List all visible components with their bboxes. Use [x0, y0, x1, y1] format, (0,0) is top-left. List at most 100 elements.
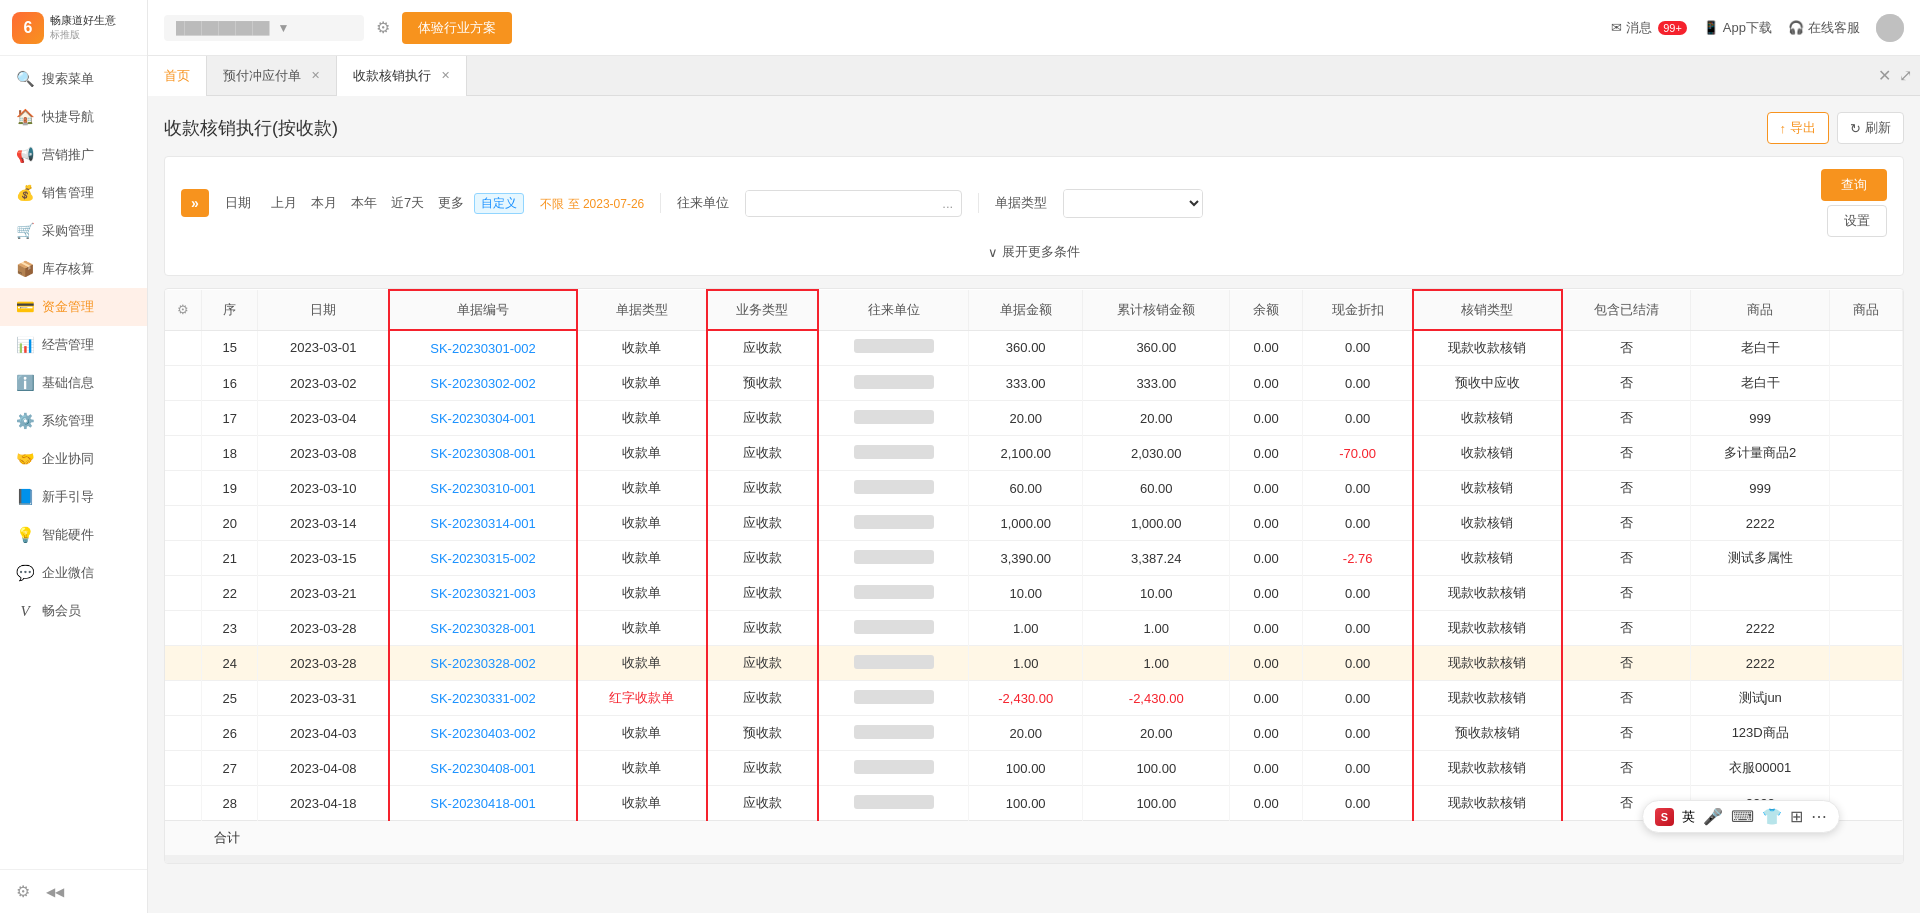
row-amount: 20.00: [969, 401, 1083, 436]
messages-button[interactable]: ✉ 消息 99+: [1611, 19, 1687, 37]
collection-tab-close-icon[interactable]: ✕: [441, 69, 450, 82]
table-row[interactable]: 19 2023-03-10 SK-20230310-001 收款单 应收款 60…: [165, 471, 1903, 506]
row-include-settled: 否: [1562, 366, 1691, 401]
sidebar-item-member[interactable]: V 畅会员: [0, 592, 147, 630]
table-row[interactable]: 23 2023-03-28 SK-20230328-001 收款单 应收款 1.…: [165, 611, 1903, 646]
table-row[interactable]: 24 2023-03-28 SK-20230328-002 收款单 应收款 1.…: [165, 646, 1903, 681]
row-voucher-no[interactable]: SK-20230321-003: [389, 576, 577, 611]
filter-date-7days[interactable]: 近7天: [387, 192, 428, 214]
table-row[interactable]: 16 2023-03-02 SK-20230302-002 收款单 预收款 33…: [165, 366, 1903, 401]
table-row[interactable]: 26 2023-04-03 SK-20230403-002 收款单 预收款 20…: [165, 716, 1903, 751]
table-row[interactable]: 18 2023-03-08 SK-20230308-001 收款单 应收款 2,…: [165, 436, 1903, 471]
sidebar-item-finance[interactable]: 💳 资金管理: [0, 288, 147, 326]
row-partner: [818, 330, 969, 366]
sidebar-item-quicknav[interactable]: 🏠 快捷导航: [0, 98, 147, 136]
row-voucher-no[interactable]: SK-20230304-001: [389, 401, 577, 436]
sidebar-item-search[interactable]: 🔍 搜索菜单: [0, 60, 147, 98]
tab-home[interactable]: 首页: [148, 56, 207, 96]
table-row[interactable]: 27 2023-04-08 SK-20230408-001 收款单 应收款 10…: [165, 751, 1903, 786]
filter-settings-button[interactable]: 设置: [1827, 205, 1887, 237]
partner-dots-icon[interactable]: ...: [934, 196, 961, 211]
tab-expand-button[interactable]: ⤢: [1899, 66, 1912, 85]
table-scrollbar[interactable]: [165, 855, 1903, 863]
row-amount: 1,000.00: [969, 506, 1083, 541]
row-date: 2023-03-04: [258, 401, 389, 436]
table-row[interactable]: 21 2023-03-15 SK-20230315-002 收款单 应收款 3,…: [165, 541, 1903, 576]
row-goods: 老白干: [1691, 330, 1830, 366]
sidebar-item-hardware[interactable]: 💡 智能硬件: [0, 516, 147, 554]
filter-date-last-month[interactable]: 上月: [267, 192, 301, 214]
row-voucher-no[interactable]: SK-20230308-001: [389, 436, 577, 471]
tab-prepay-orders[interactable]: 预付冲应付单 ✕: [207, 56, 337, 96]
col-balance: 余额: [1230, 290, 1303, 330]
headset-icon: 🎧: [1788, 20, 1804, 35]
row-voucher-no[interactable]: SK-20230302-002: [389, 366, 577, 401]
filter-date-more[interactable]: 更多: [434, 192, 468, 214]
row-voucher-no[interactable]: SK-20230315-002: [389, 541, 577, 576]
table-row[interactable]: 22 2023-03-21 SK-20230321-003 收款单 应收款 10…: [165, 576, 1903, 611]
ime-microphone-icon[interactable]: 🎤: [1703, 807, 1723, 826]
filter-date-this-year[interactable]: 本年: [347, 192, 381, 214]
app-edition: 标推版: [50, 28, 116, 42]
query-button[interactable]: 查询: [1821, 169, 1887, 201]
voucher-type-dropdown[interactable]: [1064, 190, 1202, 217]
table-row[interactable]: 25 2023-03-31 SK-20230331-002 红字收款单 应收款 …: [165, 681, 1903, 716]
row-settings: [165, 330, 202, 366]
user-avatar[interactable]: [1876, 14, 1904, 42]
sidebar-item-system[interactable]: ⚙️ 系统管理: [0, 402, 147, 440]
expand-more-conditions[interactable]: ∨ 展开更多条件: [181, 237, 1887, 263]
row-seq: 23: [202, 611, 258, 646]
home-tab-label: 首页: [164, 67, 190, 85]
row-voucher-no[interactable]: SK-20230418-001: [389, 786, 577, 821]
sidebar-item-marketing[interactable]: 📢 营销推广: [0, 136, 147, 174]
refresh-button[interactable]: ↻ 刷新: [1837, 112, 1904, 144]
settings-icon[interactable]: ⚙: [16, 882, 30, 901]
row-voucher-no[interactable]: SK-20230301-002: [389, 330, 577, 366]
app-download-button[interactable]: 📱 App下载: [1703, 19, 1772, 37]
row-voucher-no[interactable]: SK-20230310-001: [389, 471, 577, 506]
sidebar-item-wechat[interactable]: 💬 企业微信: [0, 554, 147, 592]
collapse-icon[interactable]: ◀◀: [46, 885, 64, 899]
ime-keyboard-icon[interactable]: ⌨: [1731, 807, 1754, 826]
data-table: ⚙ 序 日期 单据编号 单据类型 业务类型 往来单位 单据金额 累计核销金额 余…: [165, 289, 1903, 855]
table-row[interactable]: 15 2023-03-01 SK-20230301-002 收款单 应收款 36…: [165, 330, 1903, 366]
filter-date-this-month[interactable]: 本月: [307, 192, 341, 214]
header-dropdown-arrow[interactable]: ▼: [278, 21, 290, 35]
ime-grid-icon[interactable]: ⊞: [1790, 807, 1803, 826]
sidebar-item-inventory[interactable]: 📦 库存核算: [0, 250, 147, 288]
row-cash-discount: 0.00: [1303, 471, 1414, 506]
tab-close-all-button[interactable]: ✕: [1878, 66, 1891, 85]
row-voucher-no[interactable]: SK-20230328-002: [389, 646, 577, 681]
sidebar-item-guide[interactable]: 📘 新手引导: [0, 478, 147, 516]
ime-more-icon[interactable]: ⋯: [1811, 807, 1827, 826]
ime-shirt-icon[interactable]: 👕: [1762, 807, 1782, 826]
tab-collection-execute[interactable]: 收款核销执行 ✕: [337, 56, 467, 96]
header-gear-icon[interactable]: ⚙: [376, 18, 390, 37]
online-support-button[interactable]: 🎧 在线客服: [1788, 19, 1860, 37]
header-search-area[interactable]: ███████████ ▼: [164, 15, 364, 41]
row-voucher-no[interactable]: SK-20230314-001: [389, 506, 577, 541]
sidebar-item-purchase[interactable]: 🛒 采购管理: [0, 212, 147, 250]
table-row[interactable]: 20 2023-03-14 SK-20230314-001 收款单 应收款 1,…: [165, 506, 1903, 541]
row-voucher-no[interactable]: SK-20230328-001: [389, 611, 577, 646]
row-voucher-no[interactable]: SK-20230331-002: [389, 681, 577, 716]
export-button[interactable]: ↑ 导出: [1767, 112, 1830, 144]
col-settings[interactable]: ⚙: [165, 290, 202, 330]
filter-expand-button[interactable]: »: [181, 189, 209, 217]
row-voucher-no[interactable]: SK-20230403-002: [389, 716, 577, 751]
sidebar-item-basic[interactable]: ℹ️ 基础信息: [0, 364, 147, 402]
industry-solution-button[interactable]: 体验行业方案: [402, 12, 512, 44]
filter-partner-input[interactable]: ...: [745, 190, 962, 217]
partner-input-field[interactable]: [746, 191, 934, 216]
sidebar-item-operations[interactable]: 📊 经营管理: [0, 326, 147, 364]
search-menu-icon: 🔍: [16, 70, 34, 88]
table-row[interactable]: 17 2023-03-04 SK-20230304-001 收款单 应收款 20…: [165, 401, 1903, 436]
filter-voucher-type-select[interactable]: [1063, 189, 1203, 218]
prepay-tab-close-icon[interactable]: ✕: [311, 69, 320, 82]
phone-icon: 📱: [1703, 20, 1719, 35]
filter-date-custom[interactable]: 自定义: [474, 193, 524, 214]
row-voucher-no[interactable]: SK-20230408-001: [389, 751, 577, 786]
sidebar-item-sales[interactable]: 💰 销售管理: [0, 174, 147, 212]
sidebar-item-enterprise[interactable]: 🤝 企业协同: [0, 440, 147, 478]
enterprise-icon: 🤝: [16, 450, 34, 468]
